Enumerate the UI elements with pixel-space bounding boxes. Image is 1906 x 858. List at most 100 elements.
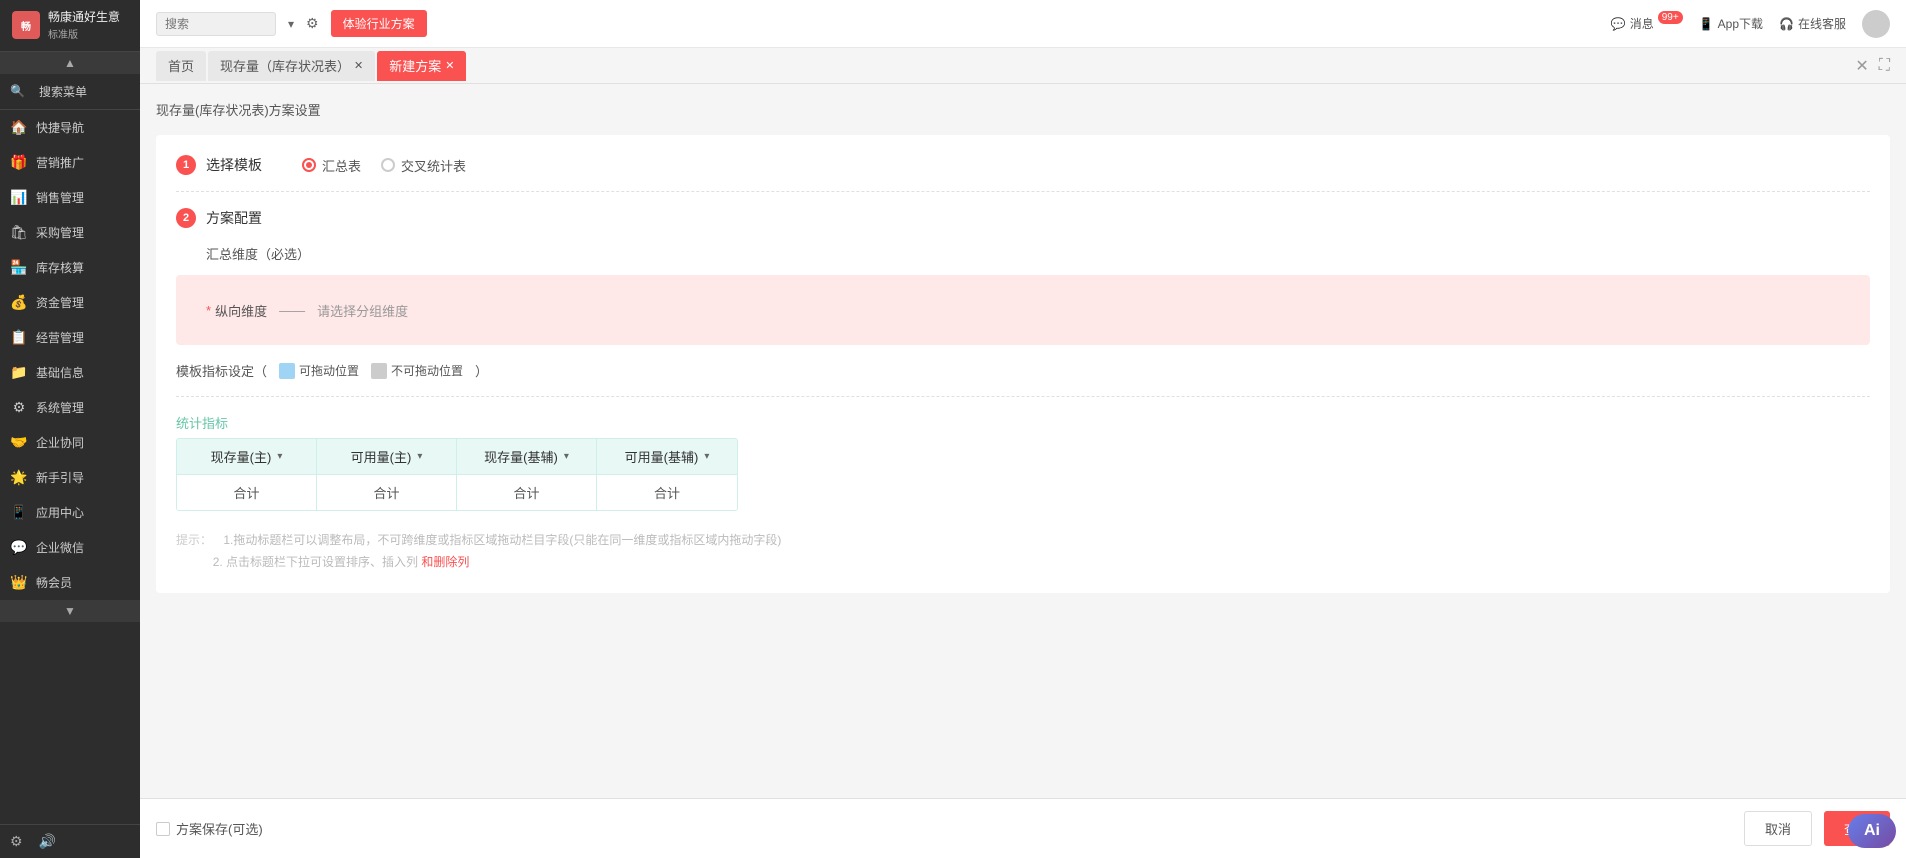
- topbar-search-input[interactable]: [156, 12, 276, 36]
- stats-col-3-header[interactable]: 现存量(基辅) ▾: [457, 439, 596, 475]
- settings-bottom-icon[interactable]: ⚙: [10, 833, 23, 850]
- content-area: 现存量(库存状况表)方案设置 1 选择模板 汇总表 交叉统计表: [140, 84, 1906, 798]
- dimension-placeholder: 请选择分组维度: [317, 301, 408, 320]
- indicator-label: 模板指标设定（: [176, 361, 267, 380]
- stats-col-2: 可用量(主) ▾: [317, 439, 457, 475]
- stats-col-2-label: 可用量(主): [351, 447, 412, 466]
- stats-col-3-label: 现存量(基辅): [484, 447, 558, 466]
- sidebar-item-wechat[interactable]: 💬 企业微信: [0, 530, 140, 565]
- radio-crosstab-dot: [381, 158, 395, 172]
- save-plan-checkbox[interactable]: 方案保存(可选): [156, 819, 263, 838]
- step2-title: 方案配置: [206, 208, 262, 228]
- user-avatar[interactable]: [1862, 10, 1890, 38]
- sidebar-scroll-down[interactable]: ▼: [0, 600, 140, 622]
- sidebar-item-operations[interactable]: 📋 经营管理: [0, 320, 140, 355]
- sidebar-item-label: 应用中心: [36, 504, 84, 521]
- headset-icon: 🎧: [1779, 17, 1794, 31]
- tab-expand-icon[interactable]: ⛶: [1879, 57, 1890, 75]
- tabs-bar: 首页 现存量（库存状况表） ✕ 新建方案 ✕ ✕ ⛶: [140, 48, 1906, 84]
- industry-btn[interactable]: 体验行业方案: [331, 10, 427, 37]
- col2-chevron-icon[interactable]: ▾: [417, 451, 422, 462]
- sidebar-item-quicknav[interactable]: 🏠 快捷导航: [0, 110, 140, 145]
- messages-item[interactable]: 💬 消息 99+: [1611, 15, 1683, 32]
- tab-new-plan-label: 新建方案: [389, 56, 441, 75]
- stats-table: 现存量(主) ▾ 可用量(主) ▾ 现存量(基辅: [176, 438, 738, 511]
- tip2-text: 2. 点击标题栏下拉可设置排序、插入列: [213, 555, 418, 569]
- ai-badge[interactable]: Ai: [1848, 814, 1896, 848]
- tab-inventory-status[interactable]: 现存量（库存状况表） ✕: [208, 51, 375, 81]
- radio-summary-label: 汇总表: [322, 156, 361, 175]
- stats-body-col-1: 合计: [177, 475, 317, 510]
- stats-body-col-3: 合计: [457, 475, 597, 510]
- stats-col-4-header[interactable]: 可用量(基辅) ▾: [597, 439, 737, 475]
- sidebar-item-marketing[interactable]: 🎁 营销推广: [0, 145, 140, 180]
- tab-new-plan[interactable]: 新建方案 ✕: [377, 51, 466, 81]
- sidebar-item-label: 库存核算: [36, 259, 84, 276]
- sidebar-item-purchase[interactable]: 🛍 采购管理: [0, 215, 140, 250]
- sidebar-item-system[interactable]: ⚙ 系统管理: [0, 390, 140, 425]
- crown-icon: 👑: [10, 574, 28, 591]
- radio-summary-dot: [302, 158, 316, 172]
- stats-col-1-header[interactable]: 现存量(主) ▾: [177, 439, 316, 475]
- step2-badge: 2: [176, 208, 196, 228]
- sidebar-item-finance[interactable]: 💰 资金管理: [0, 285, 140, 320]
- stats-divider: [176, 396, 1870, 397]
- sidebar-item-apps[interactable]: 📱 应用中心: [0, 495, 140, 530]
- cancel-button[interactable]: 取消: [1744, 811, 1812, 846]
- draggable-indicator: 可拖动位置: [279, 362, 359, 379]
- tab-close-all-icon[interactable]: ✕: [1855, 56, 1868, 76]
- sidebar-item-member[interactable]: 👑 畅会员: [0, 565, 140, 600]
- app-download-item[interactable]: 📱 App下载: [1699, 15, 1763, 32]
- save-checkbox-box[interactable]: [156, 822, 170, 836]
- stats-col-1-label: 现存量(主): [211, 447, 272, 466]
- radio-crosstab[interactable]: 交叉统计表: [381, 156, 466, 175]
- step2-header: 2 方案配置: [176, 208, 1870, 228]
- sidebar-scroll-up[interactable]: ▲: [0, 52, 140, 74]
- col4-chevron-icon[interactable]: ▾: [704, 451, 709, 462]
- topbar-gear-icon[interactable]: ⚙: [306, 15, 319, 32]
- logo-icon: 畅: [12, 11, 40, 39]
- home-icon: 🏠: [10, 119, 28, 136]
- step1-header: 1 选择模板 汇总表 交叉统计表: [176, 155, 1870, 175]
- sidebar-item-cooperation[interactable]: 🤝 企业协同: [0, 425, 140, 460]
- sidebar-item-newguide[interactable]: 🌟 新手引导: [0, 460, 140, 495]
- bag-icon: 🛍: [10, 224, 28, 241]
- tab-inventory-close[interactable]: ✕: [354, 59, 363, 72]
- dimension-box[interactable]: * 纵向维度 —— 请选择分组维度: [176, 275, 1870, 345]
- sidebar-item-label: 采购管理: [36, 224, 84, 241]
- sidebar-bottom: ⚙ 🔊: [0, 824, 140, 858]
- sidebar-item-sales[interactable]: 📊 销售管理: [0, 180, 140, 215]
- stats-table-header: 现存量(主) ▾ 可用量(主) ▾ 现存量(基辅: [177, 439, 737, 475]
- tab-new-plan-close[interactable]: ✕: [445, 59, 454, 72]
- messages-label: 消息: [1630, 15, 1654, 32]
- col1-chevron-icon[interactable]: ▾: [277, 451, 282, 462]
- step-divider: [176, 191, 1870, 192]
- stats-body-cell-2: 合计: [317, 475, 456, 510]
- required-mark: *: [206, 303, 211, 318]
- sidebar-item-label: 销售管理: [36, 189, 84, 206]
- tab-inventory-label: 现存量（库存状况表）: [220, 56, 350, 75]
- folder-icon: 📁: [10, 364, 28, 381]
- sidebar-search[interactable]: 🔍 搜索菜单: [0, 74, 140, 110]
- topbar-dropdown[interactable]: ▾: [288, 17, 294, 31]
- stats-col-1: 现存量(主) ▾: [177, 439, 317, 475]
- stats-col-2-header[interactable]: 可用量(主) ▾: [317, 439, 456, 475]
- customer-service-item[interactable]: 🎧 在线客服: [1779, 15, 1846, 32]
- sidebar-item-label: 畅会员: [36, 574, 72, 591]
- logo-text: 畅康通好生意 标准版: [48, 10, 120, 41]
- radio-summary[interactable]: 汇总表: [302, 156, 361, 175]
- sidebar-search-label: 搜索菜单: [39, 83, 87, 100]
- stats-body-cell-4: 合计: [597, 475, 737, 510]
- sidebar-item-inventory[interactable]: 🏪 库存核算: [0, 250, 140, 285]
- col3-chevron-icon[interactable]: ▾: [564, 451, 569, 462]
- stats-col-4: 可用量(基辅) ▾: [597, 439, 737, 475]
- sidebar-item-basic[interactable]: 📁 基础信息: [0, 355, 140, 390]
- non-draggable-indicator: 不可拖动位置: [371, 362, 463, 379]
- audio-icon[interactable]: 🔊: [39, 833, 56, 850]
- sidebar-item-label: 营销推广: [36, 154, 84, 171]
- tab-home[interactable]: 首页: [156, 51, 206, 81]
- tab-home-label: 首页: [168, 56, 194, 75]
- stats-body-cell-1: 合计: [177, 475, 316, 510]
- stats-table-body: 合计 合计 合计 合计: [177, 475, 737, 510]
- tips-section: 提示： 1.拖动标题栏可以调整布局，不可跨维度或指标区域拖动栏目字段(只能在同一…: [176, 530, 1870, 573]
